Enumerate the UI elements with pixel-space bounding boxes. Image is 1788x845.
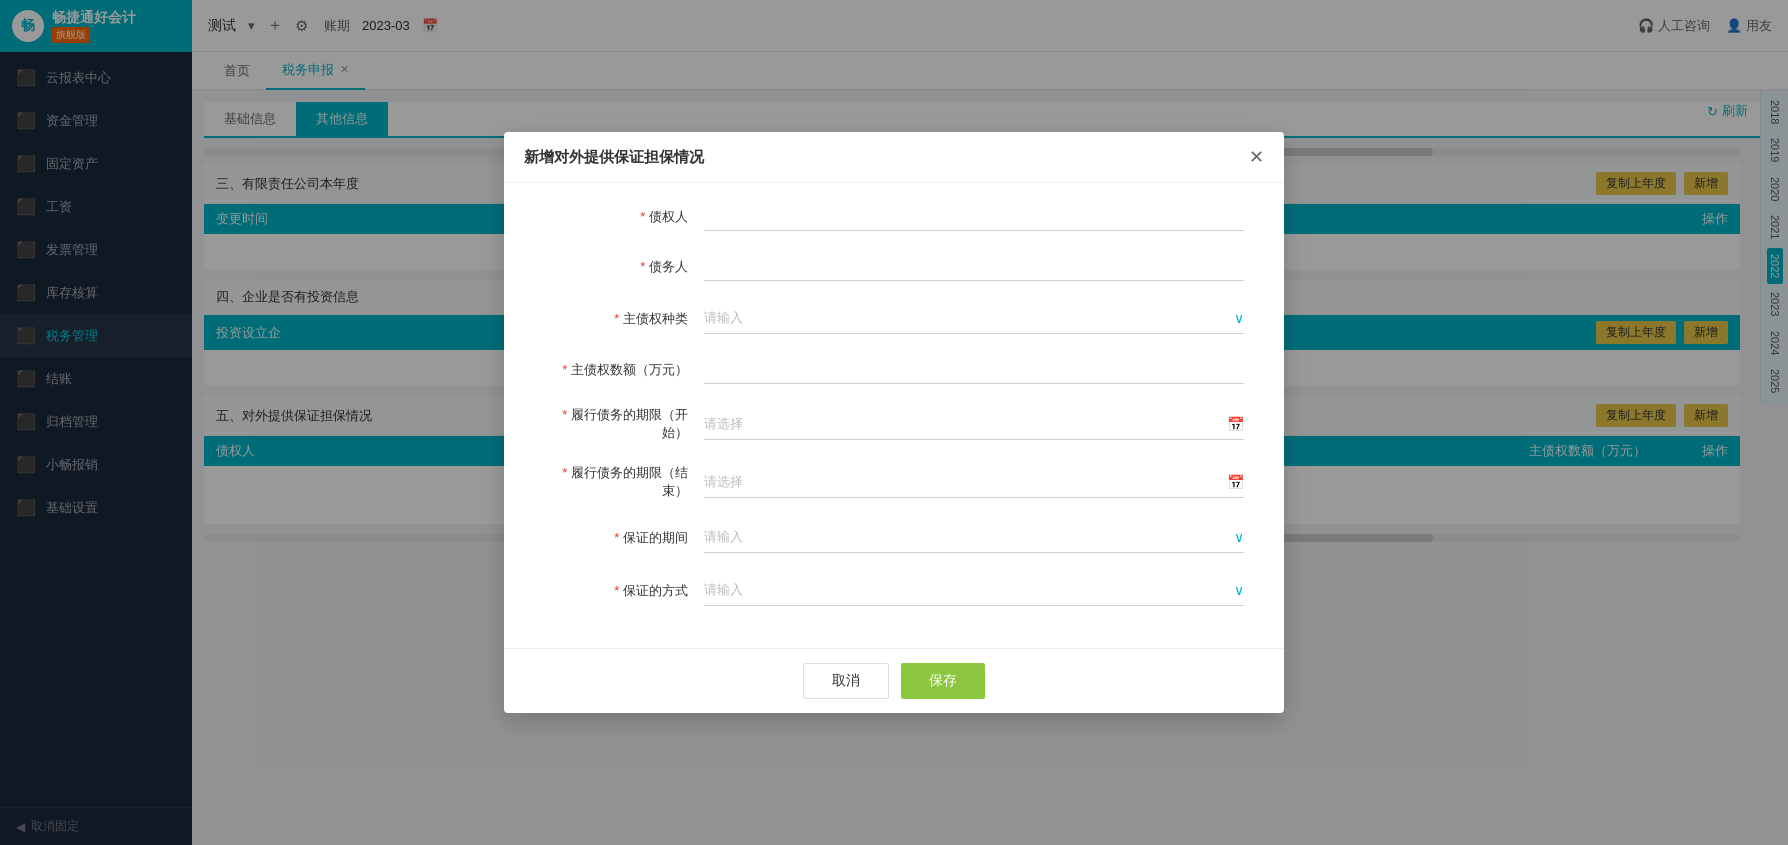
guarantee-method-label: * 保证的方式 bbox=[544, 582, 704, 600]
dialog-title: 新增对外提供保证担保情况 bbox=[524, 148, 704, 167]
form-row-guarantee-period: * 保证的期间 请输入 ∨ bbox=[544, 522, 1244, 553]
period-end-placeholder: 请选择 bbox=[704, 473, 1227, 491]
period-end-calendar-icon: 📅 bbox=[1227, 474, 1244, 490]
save-button[interactable]: 保存 bbox=[901, 663, 985, 699]
period-end-label: * 履行债务的期限（结束） bbox=[544, 464, 704, 500]
claim-type-select[interactable]: 请输入 ∨ bbox=[704, 303, 1244, 334]
dialog-body: * 债权人 * 债务人 * 主债权种类 请输入 bbox=[504, 183, 1284, 648]
creditor-label: * 债权人 bbox=[544, 208, 704, 226]
period-start-date[interactable]: 请选择 📅 bbox=[704, 409, 1244, 440]
form-row-period-end: * 履行债务的期限（结束） 请选择 📅 bbox=[544, 464, 1244, 500]
dialog-header: 新增对外提供保证担保情况 ✕ bbox=[504, 132, 1284, 183]
form-row-creditor: * 债权人 bbox=[544, 203, 1244, 231]
guarantee-method-arrow-icon: ∨ bbox=[1234, 582, 1244, 598]
period-start-placeholder: 请选择 bbox=[704, 415, 1227, 433]
period-end-date[interactable]: 请选择 📅 bbox=[704, 467, 1244, 498]
guarantee-period-select[interactable]: 请输入 ∨ bbox=[704, 522, 1244, 553]
dialog: 新增对外提供保证担保情况 ✕ * 债权人 * 债务人 bbox=[504, 132, 1284, 713]
guarantee-method-select[interactable]: 请输入 ∨ bbox=[704, 575, 1244, 606]
dialog-overlay: 新增对外提供保证担保情况 ✕ * 债权人 * 债务人 bbox=[0, 0, 1788, 845]
claim-amount-label: * 主债权数额（万元） bbox=[544, 361, 704, 379]
dialog-footer: 取消 保存 bbox=[504, 648, 1284, 713]
claim-type-label: * 主债权种类 bbox=[544, 310, 704, 328]
guarantee-period-arrow-icon: ∨ bbox=[1234, 529, 1244, 545]
guarantee-period-label: * 保证的期间 bbox=[544, 529, 704, 547]
cancel-button[interactable]: 取消 bbox=[803, 663, 889, 699]
period-start-calendar-icon: 📅 bbox=[1227, 416, 1244, 432]
debtor-input[interactable] bbox=[704, 253, 1244, 281]
form-row-claim-type: * 主债权种类 请输入 ∨ bbox=[544, 303, 1244, 334]
claim-type-placeholder: 请输入 bbox=[704, 309, 1234, 327]
dialog-close-button[interactable]: ✕ bbox=[1249, 146, 1264, 168]
form-row-debtor: * 债务人 bbox=[544, 253, 1244, 281]
form-row-claim-amount: * 主债权数额（万元） bbox=[544, 356, 1244, 384]
form-row-period-start: * 履行债务的期限（开始） 请选择 📅 bbox=[544, 406, 1244, 442]
period-start-label: * 履行债务的期限（开始） bbox=[544, 406, 704, 442]
claim-amount-input[interactable] bbox=[704, 356, 1244, 384]
debtor-label: * 债务人 bbox=[544, 258, 704, 276]
guarantee-method-placeholder: 请输入 bbox=[704, 581, 1234, 599]
claim-type-arrow-icon: ∨ bbox=[1234, 310, 1244, 326]
form-row-guarantee-method: * 保证的方式 请输入 ∨ bbox=[544, 575, 1244, 606]
guarantee-period-placeholder: 请输入 bbox=[704, 528, 1234, 546]
creditor-input[interactable] bbox=[704, 203, 1244, 231]
